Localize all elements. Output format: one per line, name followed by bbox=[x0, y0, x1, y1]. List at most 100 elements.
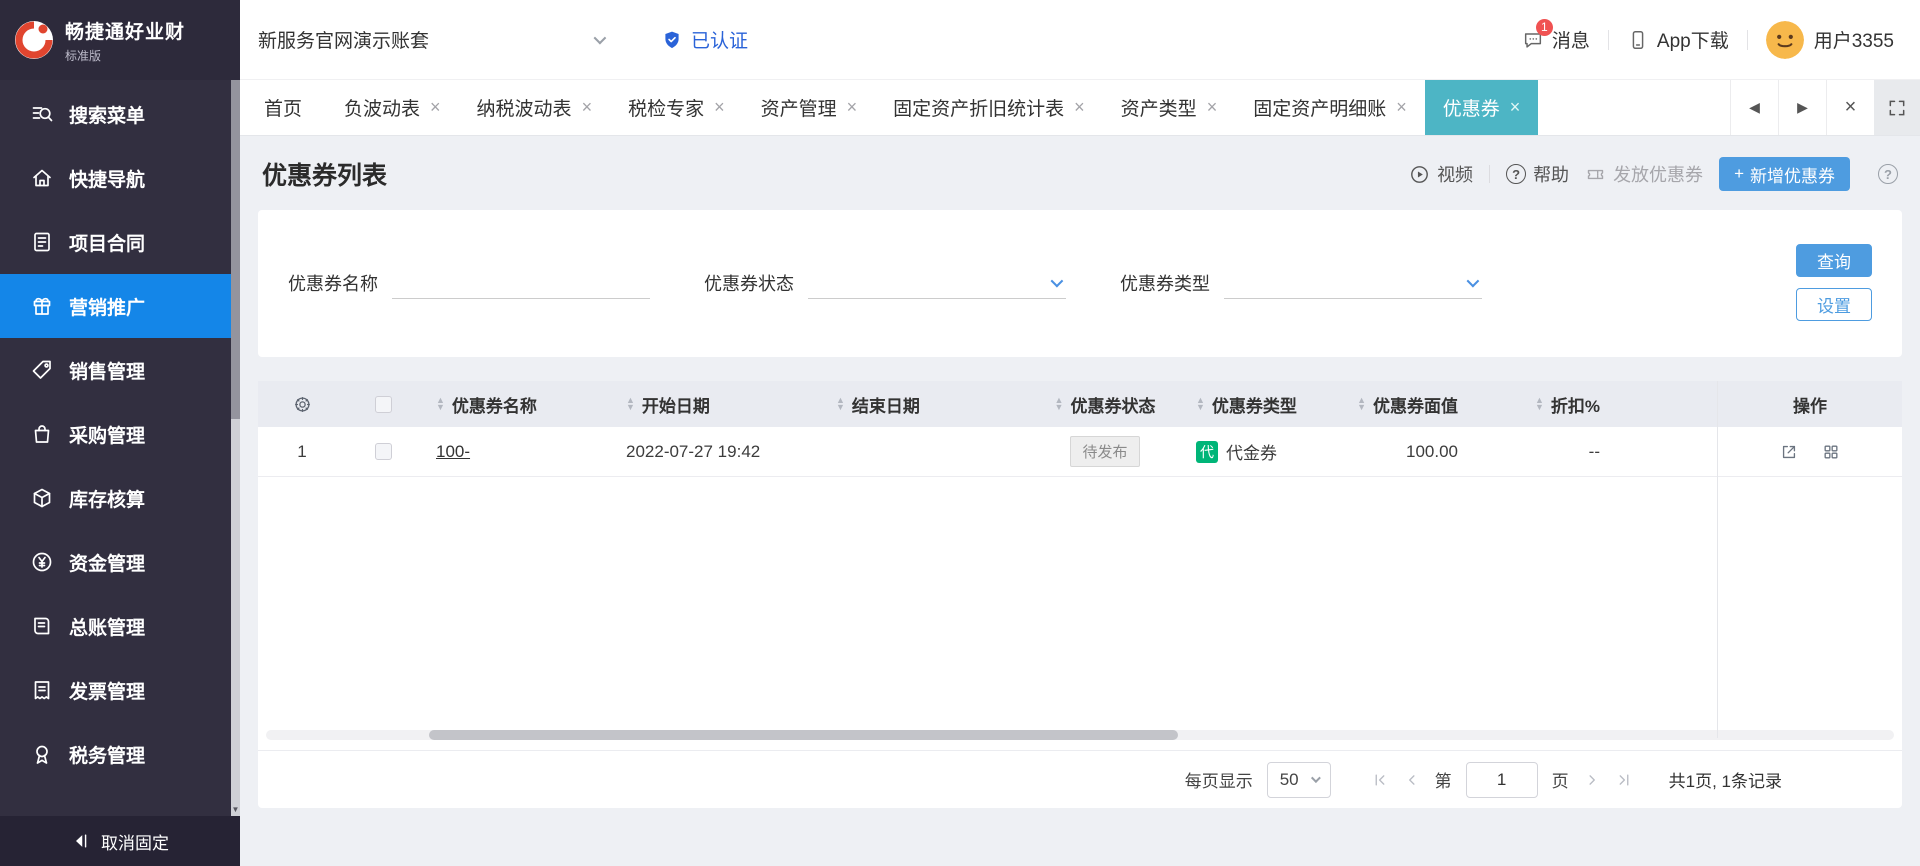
toolbar-divider bbox=[1489, 165, 1491, 183]
cell-coupon-name: 100- bbox=[420, 427, 610, 476]
close-icon[interactable]: × bbox=[714, 97, 725, 118]
page-number-input[interactable] bbox=[1465, 761, 1538, 798]
app-download-button[interactable]: App下载 bbox=[1627, 26, 1729, 53]
close-icon[interactable]: × bbox=[1510, 97, 1521, 118]
pagination-nav: 第 页 bbox=[1371, 761, 1633, 798]
sort-icon[interactable]: ▲ ▼ bbox=[1196, 396, 1205, 412]
sort-icon[interactable]: ▲ ▼ bbox=[436, 396, 445, 412]
tab-home[interactable]: 首页 bbox=[240, 80, 326, 135]
tab-close-all-button[interactable]: × bbox=[1826, 80, 1874, 135]
sort-icon[interactable]: ▲ ▼ bbox=[626, 396, 635, 412]
tab-label: 固定资产明细账 bbox=[1253, 99, 1387, 120]
sidebar-scrollbar[interactable]: ▼ bbox=[231, 80, 240, 816]
sort-icon[interactable]: ▲ ▼ bbox=[1535, 396, 1544, 412]
horizontal-scrollbar[interactable] bbox=[266, 730, 1894, 740]
tab-shuijian-zhuanjia[interactable]: 税检专家 × bbox=[610, 80, 743, 135]
table-row[interactable]: 1 100- 2022-07-27 19:42 待发布 代 代金券 100.00… bbox=[258, 427, 1902, 477]
gear-icon bbox=[294, 396, 310, 412]
brand-edition: 标准版 bbox=[65, 48, 102, 63]
messages-button[interactable]: 1 消息 bbox=[1522, 18, 1590, 53]
close-icon[interactable]: × bbox=[847, 97, 858, 118]
tab-zhejiu-tongjibiao[interactable]: 固定资产折旧统计表 × bbox=[875, 80, 1103, 135]
share-out-icon bbox=[1782, 445, 1796, 458]
header-coupon-name[interactable]: ▲ ▼ 优惠券名称 bbox=[420, 381, 610, 427]
status-badge: 待发布 bbox=[1070, 436, 1140, 467]
sidebar-item-ledger[interactable]: 总账管理 bbox=[0, 594, 240, 658]
per-page-select[interactable]: 50 bbox=[1266, 761, 1331, 798]
header-coupon-status[interactable]: ▲ ▼ 优惠券状态 bbox=[1030, 381, 1180, 427]
fullscreen-button[interactable] bbox=[1874, 80, 1920, 135]
coupon-status-select[interactable] bbox=[808, 267, 1066, 299]
sidebar-item-label: 项目合同 bbox=[69, 233, 146, 255]
coupon-type-select[interactable] bbox=[1224, 267, 1482, 299]
header-coupon-type[interactable]: ▲ ▼ 优惠券类型 bbox=[1180, 381, 1332, 427]
header-end-date[interactable]: ▲ ▼ 结束日期 bbox=[820, 381, 1030, 427]
messages-count-badge: 1 bbox=[1535, 18, 1553, 36]
more-actions-button[interactable] bbox=[1821, 442, 1841, 462]
close-icon[interactable]: × bbox=[582, 97, 593, 118]
sidebar-item-funds[interactable]: 资金管理 bbox=[0, 530, 240, 594]
search-button[interactable]: 查询 bbox=[1796, 244, 1872, 277]
header-discount[interactable]: ▲ ▼ 折扣% bbox=[1480, 381, 1612, 427]
sidebar-scrollbar-thumb[interactable] bbox=[231, 80, 240, 419]
horizontal-scrollbar-thumb[interactable] bbox=[428, 730, 1178, 740]
sidebar-unpin-button[interactable]: 取消固定 bbox=[0, 816, 240, 866]
tab-scroll-left-button[interactable]: ◀ bbox=[1730, 80, 1778, 135]
sidebar-item-project-contract[interactable]: 项目合同 bbox=[0, 210, 240, 274]
sort-icon[interactable]: ▲ ▼ bbox=[1055, 396, 1064, 412]
sidebar-item-purchase[interactable]: 采购管理 bbox=[0, 402, 240, 466]
page-prefix-label: 第 bbox=[1434, 772, 1452, 791]
close-icon[interactable]: × bbox=[1396, 97, 1407, 118]
prev-page-button[interactable] bbox=[1403, 771, 1421, 789]
tab-mingxizhang[interactable]: 固定资产明细账 × bbox=[1235, 80, 1425, 135]
sidebar-item-tax[interactable]: 税务管理 bbox=[0, 722, 240, 786]
user-avatar[interactable] bbox=[1765, 20, 1804, 59]
sidebar-item-invoice[interactable]: 发票管理 bbox=[0, 658, 240, 722]
close-icon[interactable]: × bbox=[1074, 97, 1085, 118]
app-download-label: App下载 bbox=[1656, 31, 1729, 52]
row-checkbox[interactable] bbox=[374, 443, 392, 460]
tab-youhuiquan[interactable]: 优惠券 × bbox=[1424, 80, 1539, 135]
column-settings-button[interactable] bbox=[258, 381, 346, 427]
settings-button[interactable]: 设置 bbox=[1796, 288, 1872, 321]
sidebar-item-search-menu[interactable]: 搜索菜单 bbox=[0, 82, 240, 146]
topbar-divider bbox=[1746, 29, 1748, 50]
export-row-button[interactable] bbox=[1779, 442, 1799, 462]
sidebar-item-quick-nav[interactable]: 快捷导航 bbox=[0, 146, 240, 210]
user-menu[interactable]: 用户3355 bbox=[1814, 26, 1894, 53]
coupon-name-link[interactable]: 100- bbox=[436, 442, 470, 462]
tab-zichan-leixing[interactable]: 资产类型 × bbox=[1103, 80, 1236, 135]
close-icon[interactable]: × bbox=[1207, 97, 1218, 118]
tab-bodongbiao[interactable]: 负波动表 × bbox=[326, 80, 459, 135]
scroll-down-icon[interactable]: ▼ bbox=[231, 802, 240, 816]
tab-scroll-right-button[interactable]: ▶ bbox=[1778, 80, 1826, 135]
sidebar-item-inventory[interactable]: 库存核算 bbox=[0, 466, 240, 530]
tabbar: 首页 负波动表 × 纳税波动表 × 税检专家 × 资产管理 × 固定资产折旧统计… bbox=[240, 80, 1920, 136]
filter-coupon-type: 优惠券类型 bbox=[1120, 267, 1482, 299]
receipt-icon bbox=[30, 678, 54, 702]
distribute-coupon-button[interactable]: 发放优惠券 bbox=[1585, 161, 1703, 187]
coupon-name-input[interactable] bbox=[398, 272, 644, 292]
play-circle-icon bbox=[1411, 165, 1428, 183]
account-selector[interactable]: 新服务官网演示账套 bbox=[258, 26, 607, 53]
topbar: 新服务官网演示账套 已认证 1 消息 App下载 用户3355 bbox=[240, 0, 1920, 80]
first-page-button[interactable] bbox=[1371, 771, 1389, 789]
last-page-button[interactable] bbox=[1615, 771, 1633, 789]
tab-zichan-guanli[interactable]: 资产管理 × bbox=[743, 80, 876, 135]
cell-type: 代 代金券 bbox=[1180, 427, 1332, 476]
close-icon[interactable]: × bbox=[430, 97, 441, 118]
sort-icon[interactable]: ▲ ▼ bbox=[836, 396, 845, 412]
header-start-date[interactable]: ▲ ▼ 开始日期 bbox=[610, 381, 820, 427]
header-face-value[interactable]: ▲ ▼ 优惠券面值 bbox=[1332, 381, 1480, 427]
select-all-checkbox[interactable] bbox=[374, 395, 392, 413]
tab-nashui-bodongbiao[interactable]: 纳税波动表 × bbox=[459, 80, 611, 135]
next-page-button[interactable] bbox=[1583, 771, 1601, 789]
page-help-icon[interactable]: ? bbox=[1878, 164, 1898, 184]
sidebar-item-sales[interactable]: 销售管理 bbox=[0, 338, 240, 402]
add-coupon-button[interactable]: + 新增优惠券 bbox=[1719, 157, 1850, 191]
video-button[interactable]: 视频 bbox=[1409, 161, 1473, 187]
help-button[interactable]: ? 帮助 bbox=[1506, 161, 1569, 187]
home-icon bbox=[30, 166, 54, 190]
sidebar-item-marketing[interactable]: 营销推广 bbox=[0, 274, 240, 338]
sort-icon[interactable]: ▲ ▼ bbox=[1357, 396, 1366, 412]
